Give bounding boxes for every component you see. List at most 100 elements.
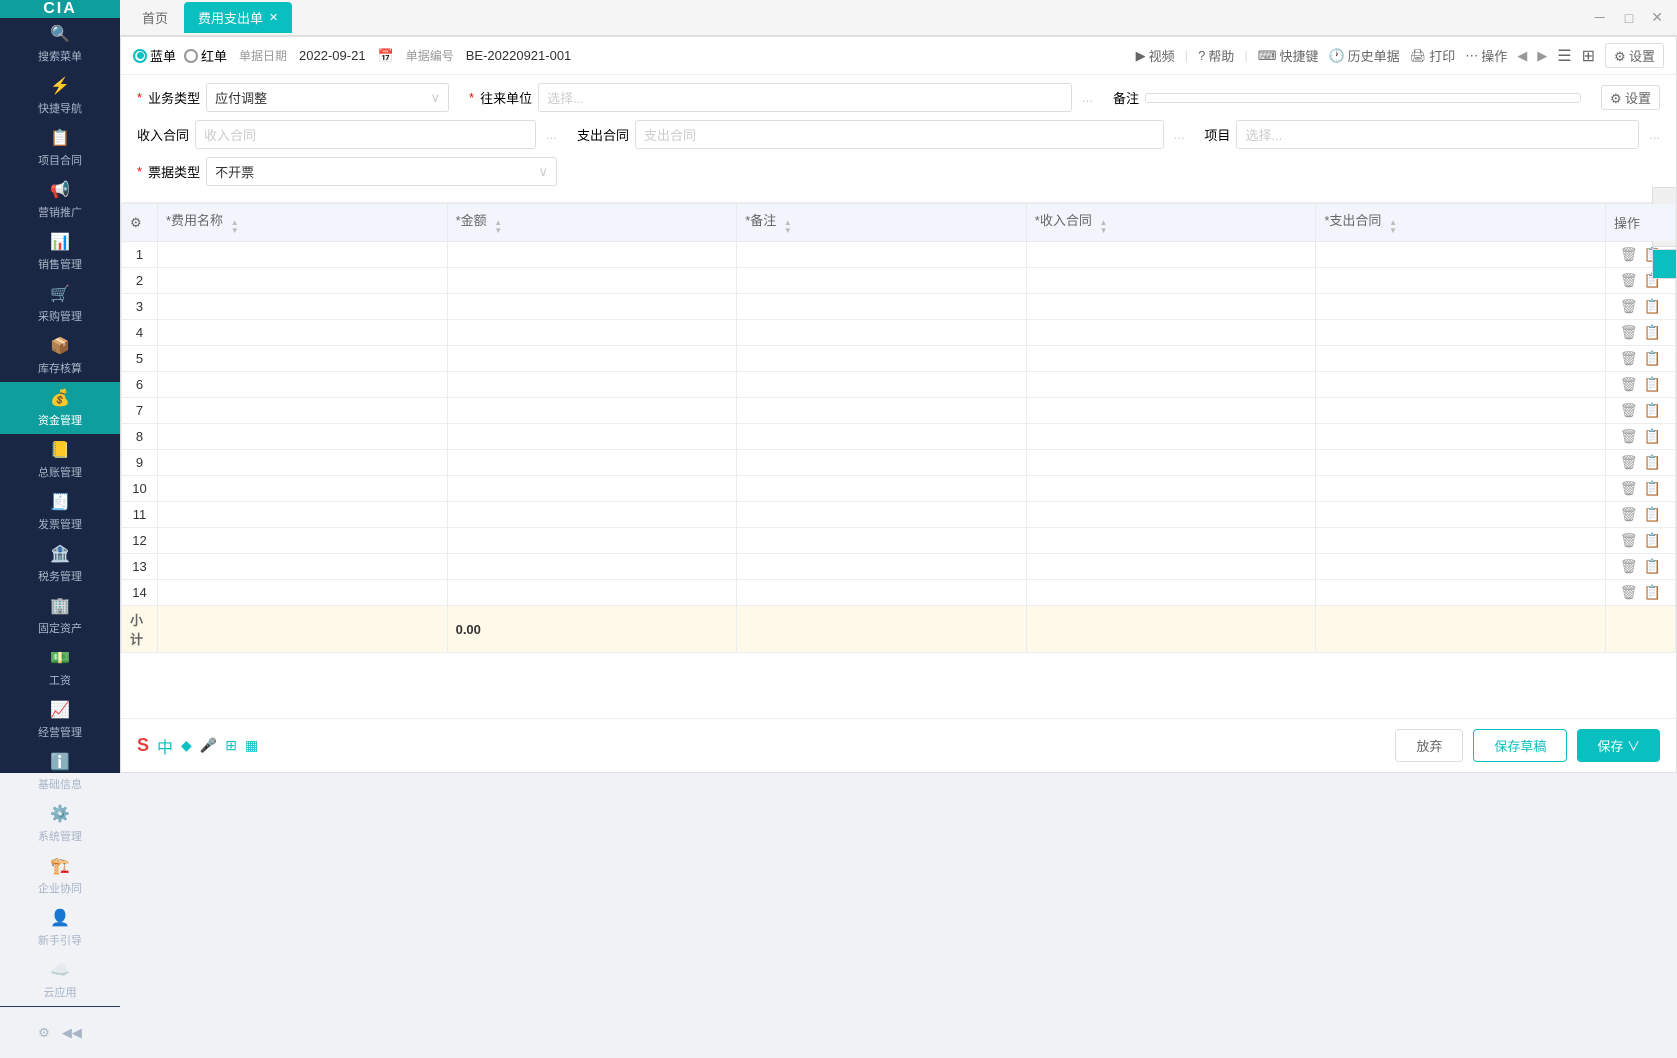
expense-contract-cell[interactable] <box>1316 372 1606 398</box>
footer-icon-zh[interactable]: 中 <box>157 734 173 758</box>
settings-button[interactable]: ⚙ 设置 <box>1605 43 1664 68</box>
save-draft-button[interactable]: 保存草稿 <box>1473 729 1567 762</box>
footer-icon-grid2[interactable]: ▦ <box>245 737 258 754</box>
delete-icon[interactable]: 🗑 <box>1620 376 1638 393</box>
amount-cell[interactable] <box>447 476 737 502</box>
expense-contract-cell[interactable] <box>1316 424 1606 450</box>
expense-name-cell[interactable] <box>158 554 448 580</box>
audio-btn[interactable]: ◀◀ <box>62 1025 82 1041</box>
project-input[interactable]: 选择... <box>1236 120 1639 149</box>
amount-cell[interactable] <box>447 242 737 268</box>
th-income-contract[interactable]: *收入合同 ▲▼ <box>1026 204 1316 242</box>
expense-name-cell[interactable] <box>158 502 448 528</box>
calendar-icon[interactable]: 📅 <box>378 48 394 64</box>
income-contract-cell[interactable] <box>1026 528 1316 554</box>
income-contract-cell[interactable] <box>1026 268 1316 294</box>
income-contract-cell[interactable] <box>1026 398 1316 424</box>
sidebar-item-purchase[interactable]: 🛒 采购管理 <box>0 278 120 330</box>
income-contract-dots[interactable]: ... <box>546 127 557 142</box>
nav-prev-btn[interactable]: ◀ <box>1517 48 1527 64</box>
remark-cell[interactable] <box>737 372 1027 398</box>
expense-contract-cell[interactable] <box>1316 398 1606 424</box>
view-grid-btn[interactable]: ⊞ <box>1582 46 1595 66</box>
sidebar-item-invoice[interactable]: 🧾 发票管理 <box>0 486 120 538</box>
expense-name-cell[interactable] <box>158 476 448 502</box>
footer-icon-mic[interactable]: 🎤 <box>200 737 217 754</box>
delete-icon[interactable]: 🗑 <box>1620 558 1638 575</box>
project-dots[interactable]: ... <box>1649 127 1660 142</box>
sidebar-item-capital[interactable]: 💰 资金管理 <box>0 382 120 434</box>
expense-name-cell[interactable] <box>158 580 448 606</box>
expense-name-cell[interactable] <box>158 346 448 372</box>
expense-name-cell[interactable] <box>158 294 448 320</box>
sidebar-item-cloud[interactable]: ☁️ 云应用 <box>0 954 120 1006</box>
sidebar-item-quick-nav[interactable]: ⚡ 快捷导航 <box>0 70 120 122</box>
sidebar-item-marketing[interactable]: 📢 营销推广 <box>0 174 120 226</box>
window-restore-btn[interactable]: □ <box>1619 8 1639 28</box>
expense-contract-cell[interactable] <box>1316 476 1606 502</box>
amount-cell[interactable] <box>447 268 737 294</box>
tab-home[interactable]: 首页 <box>128 2 182 33</box>
sidebar-item-sales[interactable]: 📊 销售管理 <box>0 226 120 278</box>
sidebar-item-basic-info[interactable]: ℹ️ 基础信息 <box>0 746 120 798</box>
copy-icon[interactable]: 📋 <box>1644 584 1661 601</box>
copy-icon[interactable]: 📋 <box>1644 350 1661 367</box>
th-gear[interactable]: ⚙ <box>122 204 158 242</box>
sidebar-item-project-contract[interactable]: 📋 项目合同 <box>0 122 120 174</box>
expense-contract-cell[interactable] <box>1316 528 1606 554</box>
sidebar-item-newbie[interactable]: 👤 新手引导 <box>0 902 120 954</box>
save-button[interactable]: 保存 ∨ <box>1577 729 1660 762</box>
delete-icon[interactable]: 🗑 <box>1620 402 1638 419</box>
expense-name-cell[interactable] <box>158 320 448 346</box>
side-tab-active[interactable] <box>1652 249 1676 279</box>
tab-expense[interactable]: 费用支出单 ✕ <box>184 2 292 33</box>
remark-cell[interactable] <box>737 424 1027 450</box>
th-amount[interactable]: *金额 ▲▼ <box>447 204 737 242</box>
th-expense-name[interactable]: *费用名称 ▲▼ <box>158 204 448 242</box>
shortcut-btn[interactable]: ⌨ 快捷键 <box>1258 46 1319 65</box>
expense-contract-cell[interactable] <box>1316 580 1606 606</box>
expense-contract-cell[interactable] <box>1316 268 1606 294</box>
copy-icon[interactable]: 📋 <box>1644 532 1661 549</box>
th-remark[interactable]: *备注 ▲▼ <box>737 204 1027 242</box>
copy-icon[interactable]: 📋 <box>1644 298 1661 315</box>
remark-cell[interactable] <box>737 502 1027 528</box>
income-contract-cell[interactable] <box>1026 242 1316 268</box>
view-list-btn[interactable]: ☰ <box>1557 46 1571 66</box>
copy-icon[interactable]: 📋 <box>1644 324 1661 341</box>
footer-icon-grid1[interactable]: ⊞ <box>225 737 237 754</box>
tab-close-icon[interactable]: ✕ <box>269 11 278 24</box>
income-contract-cell[interactable] <box>1026 294 1316 320</box>
amount-cell[interactable] <box>447 294 737 320</box>
delete-icon[interactable]: 🗑 <box>1620 584 1638 601</box>
remark-cell[interactable] <box>737 346 1027 372</box>
expense-contract-cell[interactable] <box>1316 346 1606 372</box>
expense-contract-cell[interactable] <box>1316 320 1606 346</box>
footer-icon-diamond[interactable]: ◆ <box>181 737 192 754</box>
delete-icon[interactable]: 🗑 <box>1620 480 1638 497</box>
amount-cell[interactable] <box>447 424 737 450</box>
delete-icon[interactable]: 🗑 <box>1620 506 1638 523</box>
remark-input[interactable] <box>1145 93 1581 103</box>
amount-cell[interactable] <box>447 346 737 372</box>
radio-blue[interactable]: 蓝单 <box>133 46 176 65</box>
delete-icon[interactable]: 🗑 <box>1620 246 1638 263</box>
copy-icon[interactable]: 📋 <box>1644 428 1661 445</box>
income-contract-cell[interactable] <box>1026 346 1316 372</box>
expense-name-cell[interactable] <box>158 372 448 398</box>
expense-contract-cell[interactable] <box>1316 294 1606 320</box>
amount-cell[interactable] <box>447 554 737 580</box>
radio-red[interactable]: 红单 <box>184 46 227 65</box>
operations-btn[interactable]: ⋯ 操作 <box>1465 46 1507 65</box>
copy-icon[interactable]: 📋 <box>1644 506 1661 523</box>
sidebar-item-search[interactable]: 🔍 搜索菜单 <box>0 18 120 70</box>
expense-name-cell[interactable] <box>158 268 448 294</box>
remark-cell[interactable] <box>737 268 1027 294</box>
sidebar-item-ledger[interactable]: 📒 总账管理 <box>0 434 120 486</box>
expense-name-cell[interactable] <box>158 450 448 476</box>
delete-icon[interactable]: 🗑 <box>1620 298 1638 315</box>
history-btn[interactable]: 🕐 历史单据 <box>1328 46 1399 65</box>
copy-icon[interactable]: 📋 <box>1644 376 1661 393</box>
remark-cell[interactable] <box>737 476 1027 502</box>
window-minimize-btn[interactable]: － <box>1587 6 1613 30</box>
